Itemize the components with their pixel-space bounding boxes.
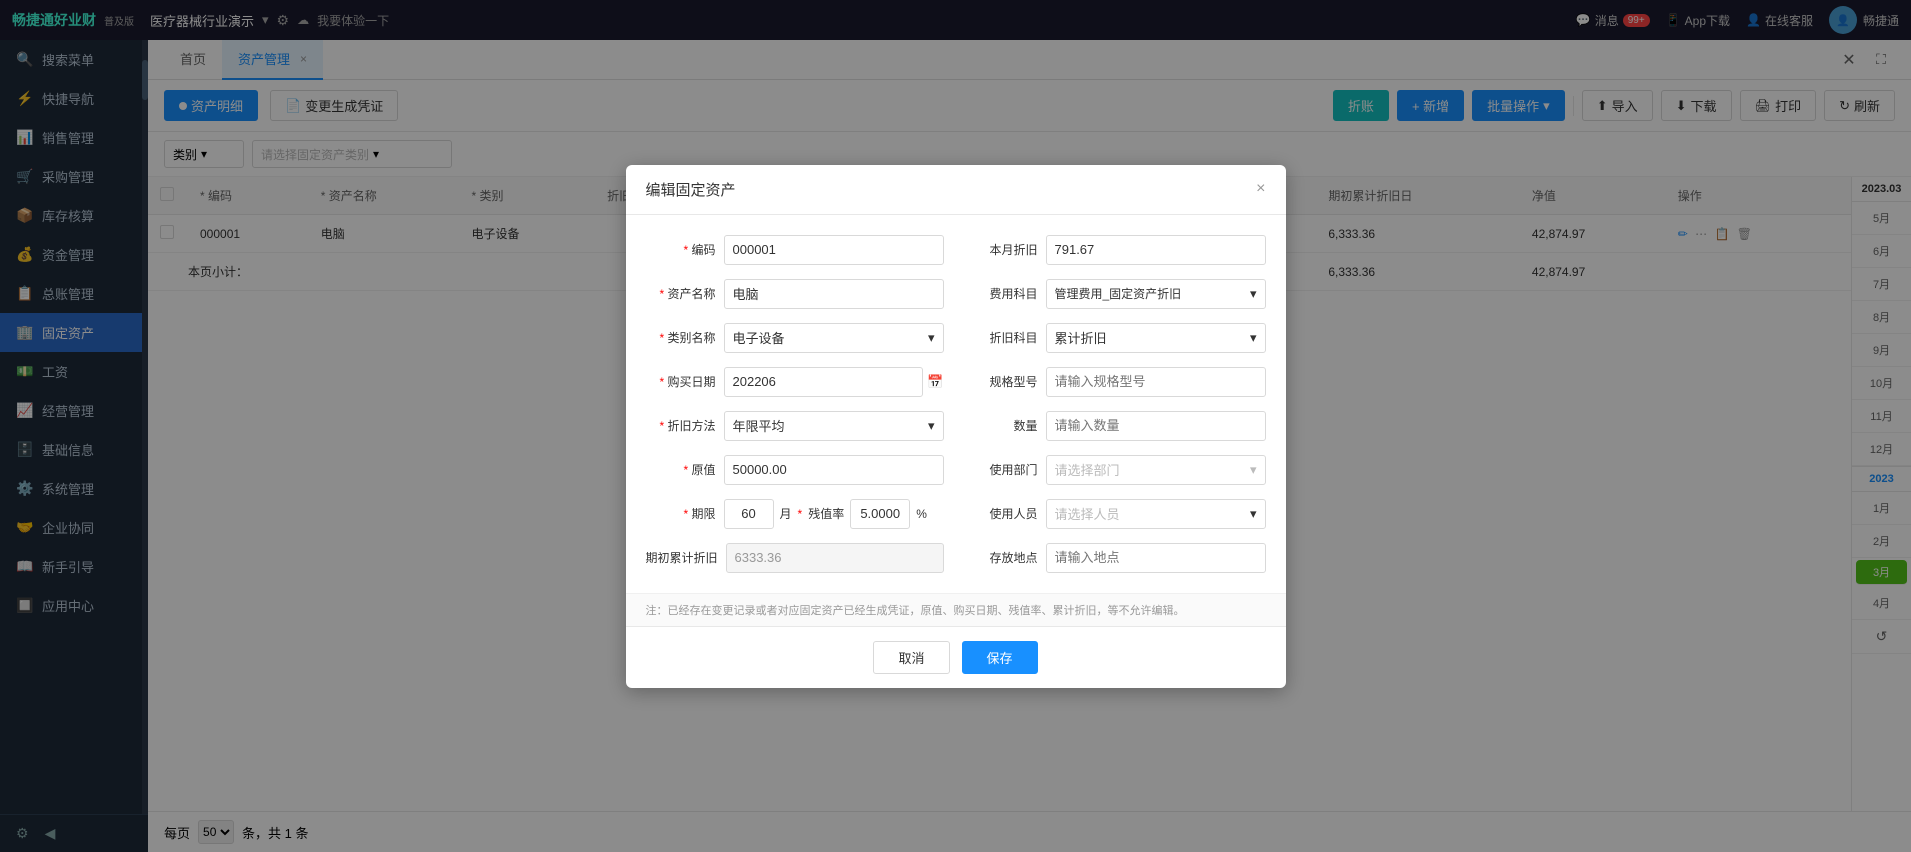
dep-subject-chevron: ▾	[1250, 330, 1257, 346]
depreciation-method-chevron: ▾	[928, 418, 935, 434]
depreciation-method-value: 年限平均	[733, 416, 785, 435]
depreciation-method-label: 折旧方法	[646, 417, 716, 434]
department-dropdown[interactable]: 请选择部门 ▾	[1046, 455, 1266, 485]
field-location: 存放地点	[968, 543, 1266, 573]
asset-name-label: 资产名称	[646, 285, 716, 302]
modal-left-col: 编码 资产名称 类别名称 电子设备 ▾ 购	[646, 235, 944, 573]
residual-label: *	[798, 507, 803, 521]
purchase-date-label: 购买日期	[646, 373, 716, 390]
specification-label: 规格型号	[968, 373, 1038, 390]
initial-depreciation-input[interactable]	[726, 543, 944, 573]
residual-rate-input[interactable]	[850, 499, 910, 529]
department-chevron: ▾	[1250, 462, 1257, 478]
field-department: 使用部门 请选择部门 ▾	[968, 455, 1266, 485]
expense-subject-value: 管理费用_固定资产折旧	[1055, 285, 1182, 302]
cancel-button[interactable]: 取消	[873, 641, 949, 674]
field-original-value: 原值	[646, 455, 944, 485]
modal-right-col: 本月折旧 费用科目 管理费用_固定资产折旧 ▾ 折旧科目 累计折旧	[968, 235, 1266, 573]
modal-title: 编辑固定资产	[646, 179, 736, 200]
expense-subject-label: 费用科目	[968, 285, 1038, 302]
calendar-icon[interactable]: 📅	[927, 374, 943, 390]
category-value: 电子设备	[733, 328, 785, 347]
field-monthly-dep: 本月折旧	[968, 235, 1266, 265]
period-residual-wrapper: 月 * 残值率 %	[724, 499, 944, 529]
cancel-label: 取消	[898, 651, 924, 666]
purchase-date-wrapper: 📅	[724, 367, 944, 397]
category-dropdown[interactable]: 电子设备 ▾	[724, 323, 944, 353]
expense-subject-dropdown[interactable]: 管理费用_固定资产折旧 ▾	[1046, 279, 1266, 309]
save-label: 保存	[987, 651, 1013, 666]
quantity-label: 数量	[968, 417, 1038, 434]
depreciation-method-dropdown[interactable]: 年限平均 ▾	[724, 411, 944, 441]
monthly-dep-label: 本月折旧	[968, 241, 1038, 258]
original-value-label: 原值	[646, 461, 716, 478]
modal-footer: 取消 保存	[626, 626, 1286, 688]
modal-header: 编辑固定资产 ×	[626, 165, 1286, 215]
monthly-dep-input[interactable]	[1046, 235, 1266, 265]
save-button[interactable]: 保存	[962, 641, 1038, 674]
field-dep-subject: 折旧科目 累计折旧 ▾	[968, 323, 1266, 353]
field-depreciation-method: 折旧方法 年限平均 ▾	[646, 411, 944, 441]
code-input[interactable]	[724, 235, 944, 265]
category-label: 类别名称	[646, 329, 716, 346]
residual-label-text: 残值率	[808, 505, 844, 522]
quantity-input[interactable]	[1046, 411, 1266, 441]
user-chevron: ▾	[1250, 506, 1257, 522]
field-asset-name: 资产名称	[646, 279, 944, 309]
modal-note: 注：已经存在变更记录或者对应固定资产已经生成凭证，原值、购买日期、残值率、累计折…	[626, 593, 1286, 626]
code-label: 编码	[646, 241, 716, 258]
field-category: 类别名称 电子设备 ▾	[646, 323, 944, 353]
modal-body: 编码 资产名称 类别名称 电子设备 ▾ 购	[626, 215, 1286, 593]
original-value-input[interactable]	[724, 455, 944, 485]
purchase-date-input[interactable]	[724, 367, 924, 397]
period-unit: 月	[780, 505, 792, 522]
location-input[interactable]	[1046, 543, 1266, 573]
field-user: 使用人员 请选择人员 ▾	[968, 499, 1266, 529]
dep-subject-label: 折旧科目	[968, 329, 1038, 346]
specification-input[interactable]	[1046, 367, 1266, 397]
field-expense-subject: 费用科目 管理费用_固定资产折旧 ▾	[968, 279, 1266, 309]
initial-depreciation-label: 期初累计折旧	[646, 549, 718, 566]
edit-asset-modal: 编辑固定资产 × 编码 资产名称 类别名称 电	[626, 165, 1286, 688]
field-initial-depreciation: 期初累计折旧	[646, 543, 944, 573]
field-purchase-date: 购买日期 📅	[646, 367, 944, 397]
location-label: 存放地点	[968, 549, 1038, 566]
field-period-residual: 期限 月 * 残值率 %	[646, 499, 944, 529]
user-label: 使用人员	[968, 505, 1038, 522]
modal-overlay: 编辑固定资产 × 编码 资产名称 类别名称 电	[0, 0, 1911, 852]
dep-subject-dropdown[interactable]: 累计折旧 ▾	[1046, 323, 1266, 353]
residual-unit: %	[916, 507, 927, 521]
category-chevron-icon: ▾	[928, 330, 935, 346]
field-specification: 规格型号	[968, 367, 1266, 397]
period-input[interactable]	[724, 499, 774, 529]
field-quantity: 数量	[968, 411, 1266, 441]
modal-close-button[interactable]: ×	[1256, 180, 1265, 198]
field-code: 编码	[646, 235, 944, 265]
department-placeholder: 请选择部门	[1055, 460, 1120, 479]
expense-subject-chevron: ▾	[1250, 286, 1257, 302]
user-placeholder: 请选择人员	[1055, 504, 1120, 523]
period-label: 期限	[646, 505, 716, 522]
department-label: 使用部门	[968, 461, 1038, 478]
asset-name-input[interactable]	[724, 279, 944, 309]
note-text: 注：已经存在变更记录或者对应固定资产已经生成凭证，原值、购买日期、残值率、累计折…	[646, 605, 1185, 617]
dep-subject-value: 累计折旧	[1055, 328, 1107, 347]
user-dropdown[interactable]: 请选择人员 ▾	[1046, 499, 1266, 529]
